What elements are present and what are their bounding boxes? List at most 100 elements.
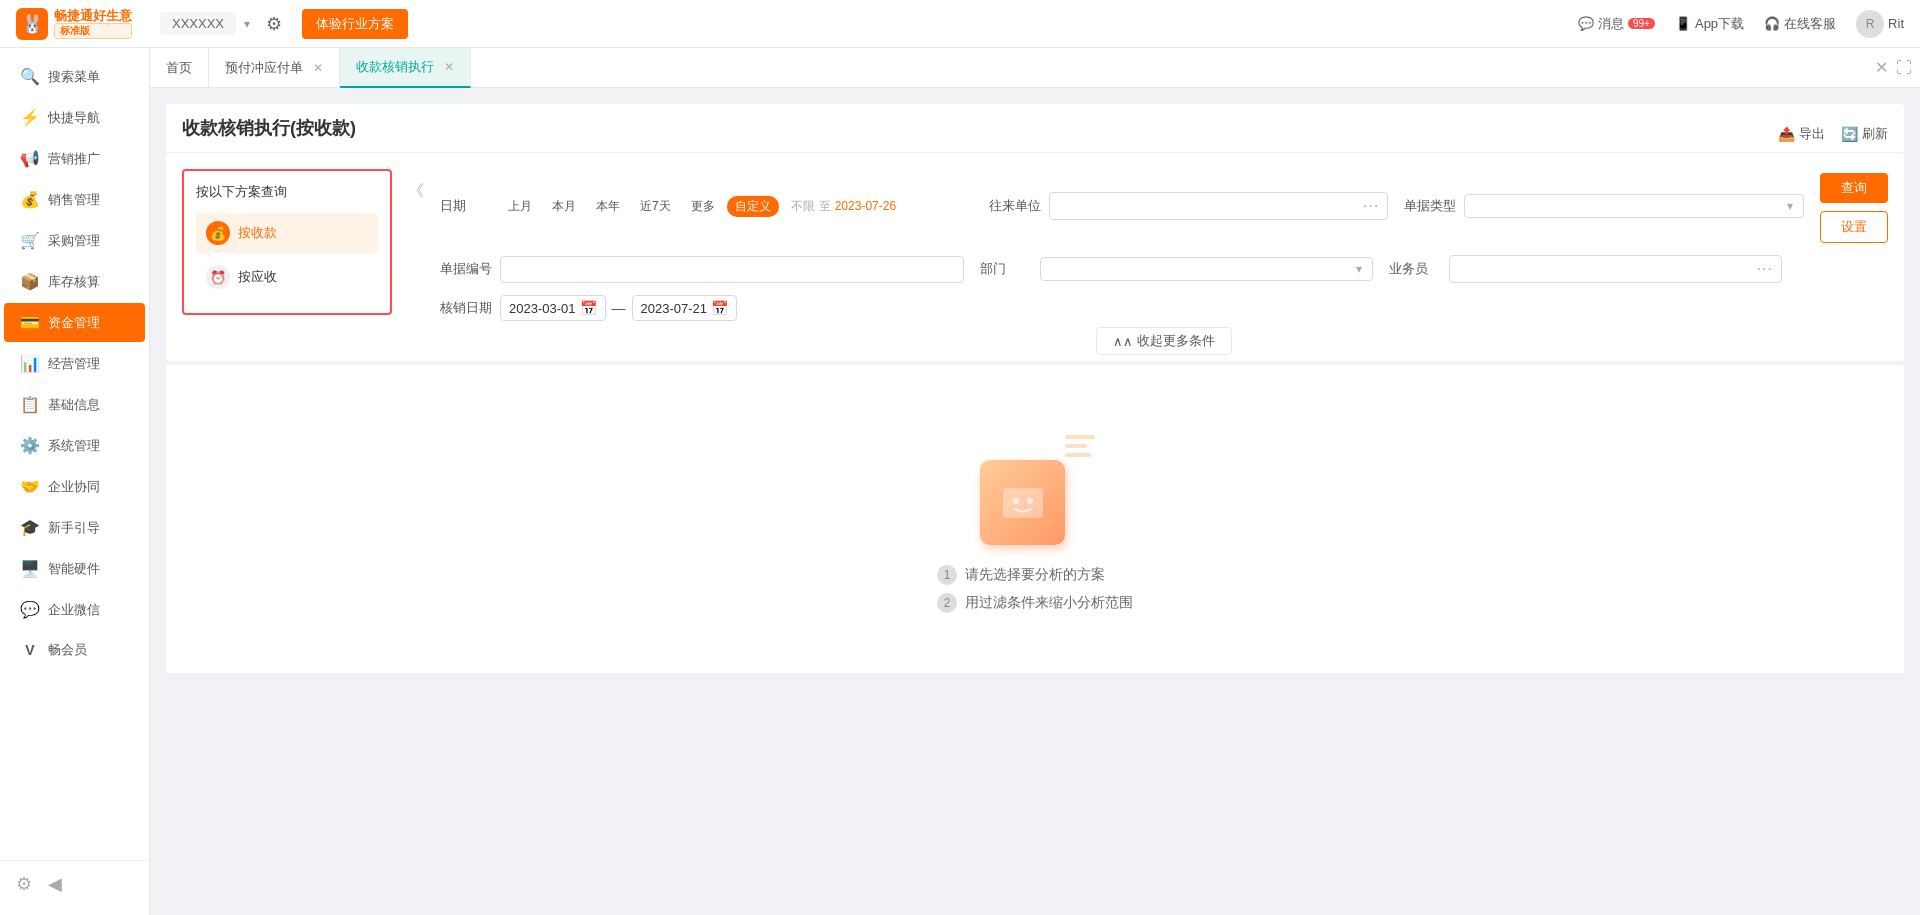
docno-input[interactable] xyxy=(500,256,964,283)
sidebar-item-corp-wx[interactable]: 💬 企业微信 xyxy=(4,590,145,629)
settings-icon[interactable]: ⚙ xyxy=(16,873,32,895)
basic-icon: 📋 xyxy=(20,395,40,414)
staff-dots-icon[interactable]: ··· xyxy=(1757,260,1773,278)
tab-home[interactable]: 首页 xyxy=(150,48,209,88)
sidebar-item-search-menu[interactable]: 🔍 搜索菜单 xyxy=(4,57,145,96)
empty-hint-1: 1 请先选择要分析的方案 xyxy=(937,565,1133,585)
date-btn-custom[interactable]: 自定义 xyxy=(727,196,779,217)
staff-input-wrap[interactable]: ··· xyxy=(1449,255,1782,283)
dept-select[interactable]: ▾ xyxy=(1040,257,1373,281)
filter-collapse-button[interactable]: 《 xyxy=(404,177,428,206)
empty-box xyxy=(980,460,1065,545)
filter-left-panel: 按以下方案查询 💰 按收款 ⏰ 按应收 xyxy=(182,169,392,315)
sales-icon: 💰 xyxy=(20,190,40,209)
sidebar-item-enterprise[interactable]: 🤝 企业协同 xyxy=(4,467,145,506)
date-btn-last-month[interactable]: 上月 xyxy=(500,196,540,217)
query-buttons: 查询 设置 xyxy=(1820,169,1888,243)
tab-expand-icon[interactable]: ⛶ xyxy=(1896,59,1912,77)
export-button[interactable]: 📤 导出 xyxy=(1778,125,1825,143)
logo-icon: 🐰 xyxy=(16,8,48,40)
sidebar-item-vip[interactable]: V 畅会员 xyxy=(4,631,145,669)
tab-prepay-label: 预付冲应付单 xyxy=(225,59,303,77)
staff-field: 业务员 ··· xyxy=(1389,255,1782,283)
tab-receipt-close-icon[interactable]: ✕ xyxy=(444,60,454,74)
system-icon: ⚙️ xyxy=(20,436,40,455)
sidebar-label-vip: 畅会员 xyxy=(48,641,87,659)
sidebar-item-inventory[interactable]: 📦 库存核算 xyxy=(4,262,145,301)
doctype-label: 单据类型 xyxy=(1404,197,1456,215)
app-download-btn[interactable]: 📱 App下载 xyxy=(1675,15,1744,33)
receipt-option-icon: 💰 xyxy=(206,221,230,245)
query-button[interactable]: 查询 xyxy=(1820,173,1888,203)
verify-date-label: 核销日期 xyxy=(440,299,492,317)
verify-date-end-input[interactable]: 2023-07-21 📅 xyxy=(632,295,738,321)
filter-row-2: 单据编号 部门 ▾ xyxy=(440,255,1888,283)
collapse-more-row: ∧∧ 收起更多条件 xyxy=(440,321,1888,361)
dept-field: 部门 ▾ xyxy=(980,257,1373,281)
empty-line-1 xyxy=(1065,435,1095,439)
company-name[interactable]: XXXXXX xyxy=(160,12,236,35)
title-actions: 📤 导出 🔄 刷新 xyxy=(1778,125,1888,143)
date-btn-this-year[interactable]: 本年 xyxy=(588,196,628,217)
trial-button[interactable]: 体验行业方案 xyxy=(302,9,408,39)
set-button[interactable]: 设置 xyxy=(1820,211,1888,243)
refresh-icon: 🔄 xyxy=(1841,126,1858,142)
date-dash: — xyxy=(612,300,626,316)
main-layout: 🔍 搜索菜单 ⚡ 快捷导航 📢 营销推广 💰 销售管理 🛒 采购管理 📦 库存核… xyxy=(0,0,1920,915)
sidebar-item-finance[interactable]: 💳 资金管理 xyxy=(4,303,145,342)
dept-label: 部门 xyxy=(980,260,1032,278)
chevron-down-icon[interactable]: ▾ xyxy=(244,17,250,31)
date-quick-btns: 上月 本月 本年 近7天 更多 自定义 不限 至 xyxy=(500,196,896,217)
collapse-more-button[interactable]: ∧∧ 收起更多条件 xyxy=(1096,327,1232,355)
sidebar-item-system[interactable]: ⚙️ 系统管理 xyxy=(4,426,145,465)
operation-icon: 📊 xyxy=(20,354,40,373)
vip-icon: V xyxy=(20,642,40,658)
refresh-label: 刷新 xyxy=(1862,125,1888,143)
tab-receipt-offset[interactable]: 收款核销执行 ✕ xyxy=(340,48,471,88)
refresh-button[interactable]: 🔄 刷新 xyxy=(1841,125,1888,143)
calendar-start-icon: 📅 xyxy=(580,300,597,316)
tab-close-all-icon[interactable]: ✕ xyxy=(1875,58,1888,77)
sidebar-item-operation[interactable]: 📊 经营管理 xyxy=(4,344,145,383)
svg-point-2 xyxy=(1027,498,1033,504)
partner-field: 往来单位 ··· xyxy=(989,192,1389,220)
sidebar-item-basic[interactable]: 📋 基础信息 xyxy=(4,385,145,424)
tab-prepay-reconcile[interactable]: 预付冲应付单 ✕ xyxy=(209,48,340,88)
collapse-sidebar-icon[interactable]: ◀ xyxy=(48,873,62,895)
filter-container: 按以下方案查询 💰 按收款 ⏰ 按应收 《 xyxy=(166,153,1904,361)
doctype-select[interactable]: ▾ xyxy=(1464,194,1804,218)
partner-input-wrap[interactable]: ··· xyxy=(1049,192,1389,220)
sidebar-item-purchase[interactable]: 🛒 采购管理 xyxy=(4,221,145,260)
filter-option-by-receivable[interactable]: ⏰ 按应收 xyxy=(196,257,378,297)
empty-hint-2: 2 用过滤条件来缩小分析范围 xyxy=(937,593,1133,613)
sidebar-item-newbie[interactable]: 🎓 新手引导 xyxy=(4,508,145,547)
date-btn-this-month[interactable]: 本月 xyxy=(544,196,584,217)
sidebar-item-marketing[interactable]: 📢 营销推广 xyxy=(4,139,145,178)
filter-option-by-receipt[interactable]: 💰 按收款 xyxy=(196,213,378,253)
date-no-limit-label: 不限 xyxy=(791,198,815,215)
tab-prepay-close-icon[interactable]: ✕ xyxy=(313,61,323,75)
date-btn-more[interactable]: 更多 xyxy=(683,196,723,217)
message-btn[interactable]: 💬 消息 99+ xyxy=(1578,15,1655,33)
date-btn-last-7[interactable]: 近7天 xyxy=(632,196,679,217)
partner-dots-icon[interactable]: ··· xyxy=(1363,197,1379,215)
empty-line-3 xyxy=(1065,453,1091,457)
top-bar: 🐰 畅捷通好生意 标准版 XXXXXX ▾ ⚙ 体验行业方案 💬 消息 99+ … xyxy=(0,0,1920,48)
filter-rows: 日期 上月 本月 本年 近7天 更多 自定义 xyxy=(440,169,1888,321)
user-name: Rit xyxy=(1888,16,1904,31)
user-avatar: R xyxy=(1856,10,1884,38)
verify-date-start-input[interactable]: 2023-03-01 📅 xyxy=(500,295,606,321)
user-area[interactable]: R Rit xyxy=(1856,10,1904,38)
filter-row-1: 日期 上月 本月 本年 近7天 更多 自定义 xyxy=(440,169,1888,243)
sidebar-label-marketing: 营销推广 xyxy=(48,150,100,168)
online-service-btn[interactable]: 🎧 在线客服 xyxy=(1764,15,1836,33)
empty-state: 1 请先选择要分析的方案 2 用过滤条件来缩小分析范围 xyxy=(166,365,1904,673)
logo-text-area: 畅捷通好生意 标准版 xyxy=(54,8,132,40)
sidebar-item-sales[interactable]: 💰 销售管理 xyxy=(4,180,145,219)
sidebar-label-basic: 基础信息 xyxy=(48,396,100,414)
gear-icon[interactable]: ⚙ xyxy=(266,13,282,35)
calendar-end-icon: 📅 xyxy=(711,300,728,316)
message-icon: 💬 xyxy=(1578,16,1594,31)
sidebar-item-smart-hw[interactable]: 🖥️ 智能硬件 xyxy=(4,549,145,588)
sidebar-item-quick-nav[interactable]: ⚡ 快捷导航 xyxy=(4,98,145,137)
